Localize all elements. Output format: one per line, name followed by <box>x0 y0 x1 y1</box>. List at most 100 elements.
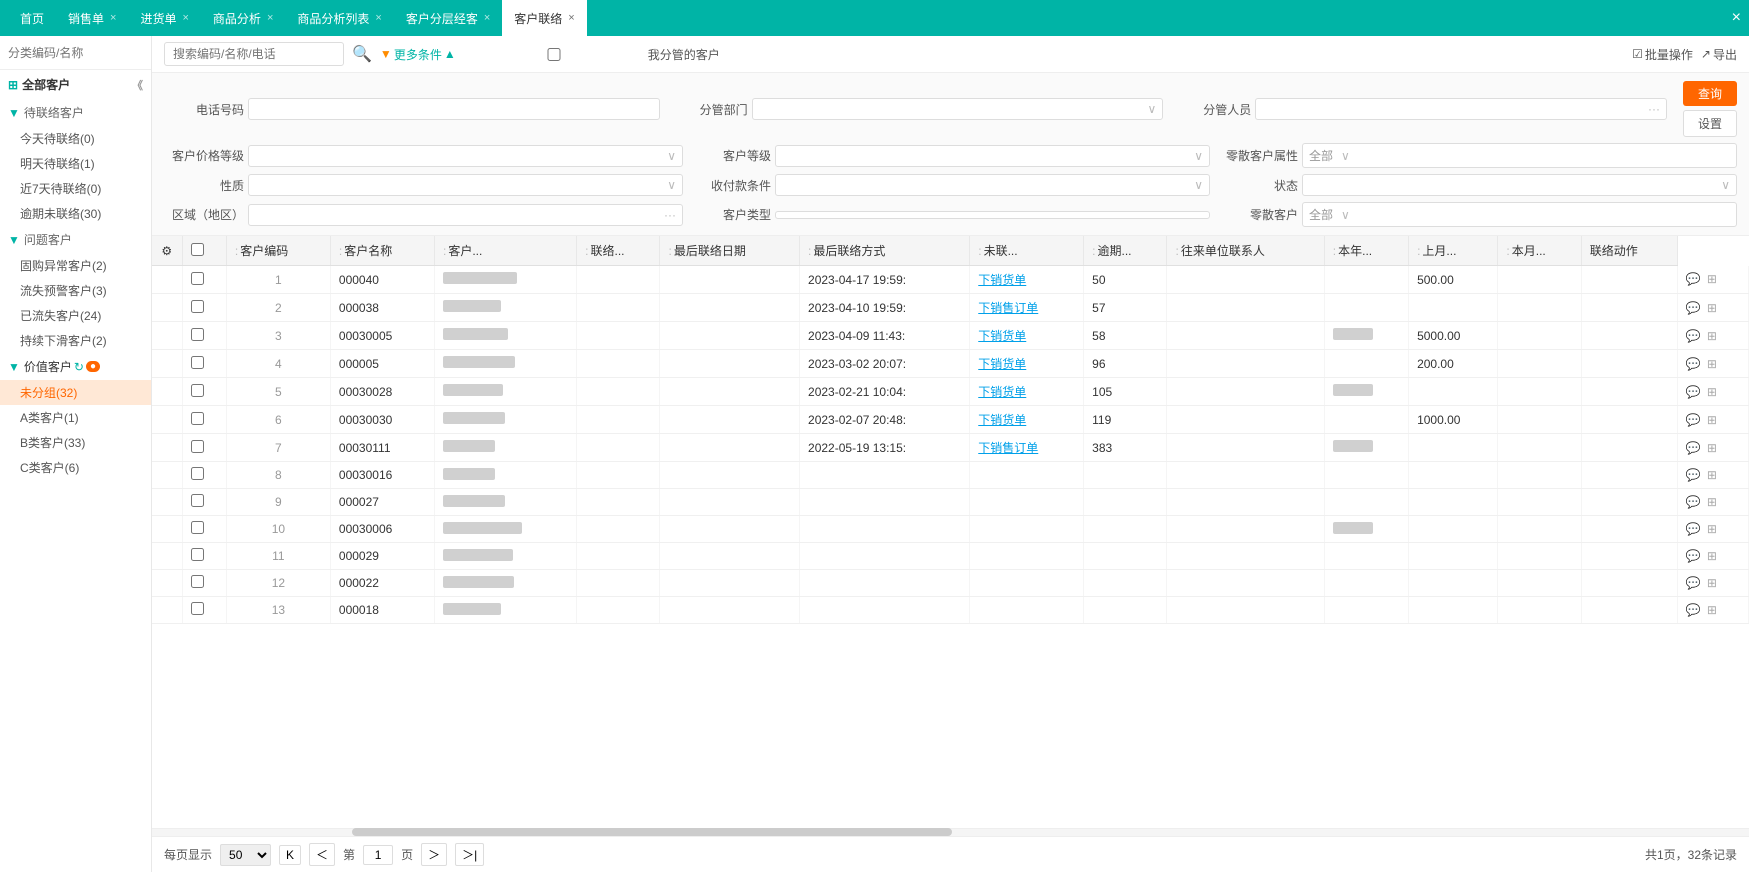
row-checkbox-cell[interactable] <box>182 378 226 406</box>
contact-icon[interactable]: 💬 <box>1686 329 1701 343</box>
nav-customer-contact[interactable]: 客户联络 × <box>502 0 586 36</box>
payment-dropdown[interactable]: ∨ <box>775 174 1210 196</box>
phone-input[interactable] <box>248 98 660 120</box>
row-checkbox[interactable] <box>191 440 204 453</box>
my-customers-checkbox[interactable] <box>464 48 644 61</box>
th-last-contact-method[interactable]: 最后联络方式 <box>800 236 970 266</box>
per-page-select[interactable]: 50 100 200 <box>220 844 271 866</box>
th-uncontacted[interactable]: 未联... <box>970 236 1084 266</box>
row-checkbox[interactable] <box>191 356 204 369</box>
pending-contact-group[interactable]: ▼ 待联络客户 <box>0 99 151 126</box>
row-checkbox[interactable] <box>191 494 204 507</box>
customer-type-dropdown[interactable] <box>775 211 1210 219</box>
row-checkbox[interactable] <box>191 521 204 534</box>
retail-customer-dropdown[interactable]: 全部 ∨ <box>1302 202 1737 227</box>
row-last-method-cell[interactable]: 下销货单 <box>970 266 1084 294</box>
sidebar-class-a[interactable]: A类客户(1) <box>0 405 151 430</box>
nav-goods-analysis[interactable]: 商品分析 × <box>201 0 285 36</box>
row-checkbox-cell[interactable] <box>182 516 226 543</box>
value-customer-group[interactable]: ▼ 价值客户 ↻ ● <box>0 353 151 380</box>
status-dropdown[interactable]: ∨ <box>1302 174 1737 196</box>
first-page-btn[interactable]: K <box>279 845 301 865</box>
more-conditions-btn[interactable]: ▼ 更多条件 ▲ <box>380 46 456 63</box>
export-btn[interactable]: ↗ 导出 <box>1701 46 1737 63</box>
select-all-checkbox[interactable] <box>191 243 204 256</box>
more-icon[interactable]: ⊞ <box>1707 357 1717 371</box>
close-sales[interactable]: × <box>110 12 116 24</box>
horizontal-scrollbar[interactable] <box>152 828 1749 836</box>
problem-customer-group[interactable]: ▼ 问题客户 <box>0 226 151 253</box>
search-button[interactable]: 🔍 <box>352 44 372 64</box>
nav-sales[interactable]: 销售单 × <box>56 0 128 36</box>
row-last-method-cell[interactable] <box>970 570 1084 597</box>
th-last-month[interactable]: 上月... <box>1409 236 1498 266</box>
contact-icon[interactable]: 💬 <box>1686 385 1701 399</box>
more-icon[interactable]: ⊞ <box>1707 576 1717 590</box>
region-dropdown[interactable]: ··· <box>248 204 683 226</box>
row-last-method-cell[interactable] <box>970 516 1084 543</box>
close-purchase[interactable]: × <box>182 12 188 24</box>
sidebar-churned[interactable]: 已流失客户(24) <box>0 303 151 328</box>
row-checkbox[interactable] <box>191 384 204 397</box>
more-icon[interactable]: ⊞ <box>1707 272 1717 286</box>
sidebar-class-c[interactable]: C类客户(6) <box>0 455 151 480</box>
th-contact[interactable]: 联络... <box>577 236 660 266</box>
row-checkbox-cell[interactable] <box>182 322 226 350</box>
manager-dropdown[interactable]: ··· <box>1255 98 1667 120</box>
row-last-method-cell[interactable] <box>970 462 1084 489</box>
th-last-contact-date[interactable]: 最后联络日期 <box>660 236 800 266</box>
th-type[interactable]: 客户... <box>435 236 577 266</box>
row-checkbox-cell[interactable] <box>182 406 226 434</box>
close-goods-analysis[interactable]: × <box>267 12 273 24</box>
gender-dropdown[interactable]: ∨ <box>248 174 683 196</box>
row-last-method-cell[interactable]: 下销货单 <box>970 378 1084 406</box>
row-checkbox[interactable] <box>191 412 204 425</box>
close-customer-contact[interactable]: × <box>568 12 574 24</box>
sidebar-today-pending[interactable]: 今天待联络(0) <box>0 126 151 151</box>
department-dropdown[interactable]: ∨ <box>752 98 1164 120</box>
th-overdue[interactable]: 逾期... <box>1084 236 1167 266</box>
row-checkbox-cell[interactable] <box>182 597 226 624</box>
th-this-year[interactable]: 本年... <box>1324 236 1408 266</box>
row-checkbox[interactable] <box>191 602 204 615</box>
refresh-icon[interactable]: ↻ <box>74 360 84 374</box>
row-checkbox[interactable] <box>191 272 204 285</box>
th-this-month[interactable]: 本月... <box>1498 236 1581 266</box>
price-level-dropdown[interactable]: ∨ <box>248 145 683 167</box>
row-checkbox-cell[interactable] <box>182 266 226 294</box>
search-input[interactable] <box>164 42 344 66</box>
row-checkbox-cell[interactable] <box>182 570 226 597</box>
batch-operation-btn[interactable]: ☑ 批量操作 <box>1632 46 1693 63</box>
th-checkbox[interactable] <box>182 236 226 266</box>
reset-button[interactable]: 设置 <box>1683 110 1737 137</box>
row-last-method-cell[interactable]: 下销售订单 <box>970 294 1084 322</box>
nav-goods-analysis-list[interactable]: 商品分析列表 × <box>285 0 393 36</box>
sidebar-abnormal[interactable]: 固购异常客户(2) <box>0 253 151 278</box>
sidebar-ungroup[interactable]: 未分组(32) <box>0 380 151 405</box>
sidebar-class-b[interactable]: B类客户(33) <box>0 430 151 455</box>
row-last-method-cell[interactable]: 下销售订单 <box>970 434 1084 462</box>
sidebar-tomorrow-pending[interactable]: 明天待联络(1) <box>0 151 151 176</box>
row-checkbox-cell[interactable] <box>182 543 226 570</box>
th-gear[interactable]: ⚙ <box>152 236 182 266</box>
contact-icon[interactable]: 💬 <box>1686 441 1701 455</box>
sidebar-search-input[interactable] <box>8 46 152 60</box>
th-contact-person[interactable]: 往来单位联系人 <box>1167 236 1324 266</box>
customer-level-dropdown[interactable]: ∨ <box>775 145 1210 167</box>
more-icon[interactable]: ⊞ <box>1707 603 1717 617</box>
row-checkbox-cell[interactable] <box>182 294 226 322</box>
more-icon[interactable]: ⊞ <box>1707 441 1717 455</box>
row-checkbox-cell[interactable] <box>182 489 226 516</box>
more-icon[interactable]: ⊞ <box>1707 522 1717 536</box>
row-last-method-cell[interactable]: 下销货单 <box>970 322 1084 350</box>
row-last-method-cell[interactable] <box>970 597 1084 624</box>
contact-icon[interactable]: 💬 <box>1686 272 1701 286</box>
row-checkbox[interactable] <box>191 300 204 313</box>
contact-icon[interactable]: 💬 <box>1686 413 1701 427</box>
row-checkbox-cell[interactable] <box>182 462 226 489</box>
page-number-input[interactable] <box>363 845 393 865</box>
prev-page-btn[interactable]: ＜ <box>309 843 335 866</box>
row-checkbox[interactable] <box>191 575 204 588</box>
contact-icon[interactable]: 💬 <box>1686 522 1701 536</box>
row-last-method-cell[interactable]: 下销货单 <box>970 350 1084 378</box>
